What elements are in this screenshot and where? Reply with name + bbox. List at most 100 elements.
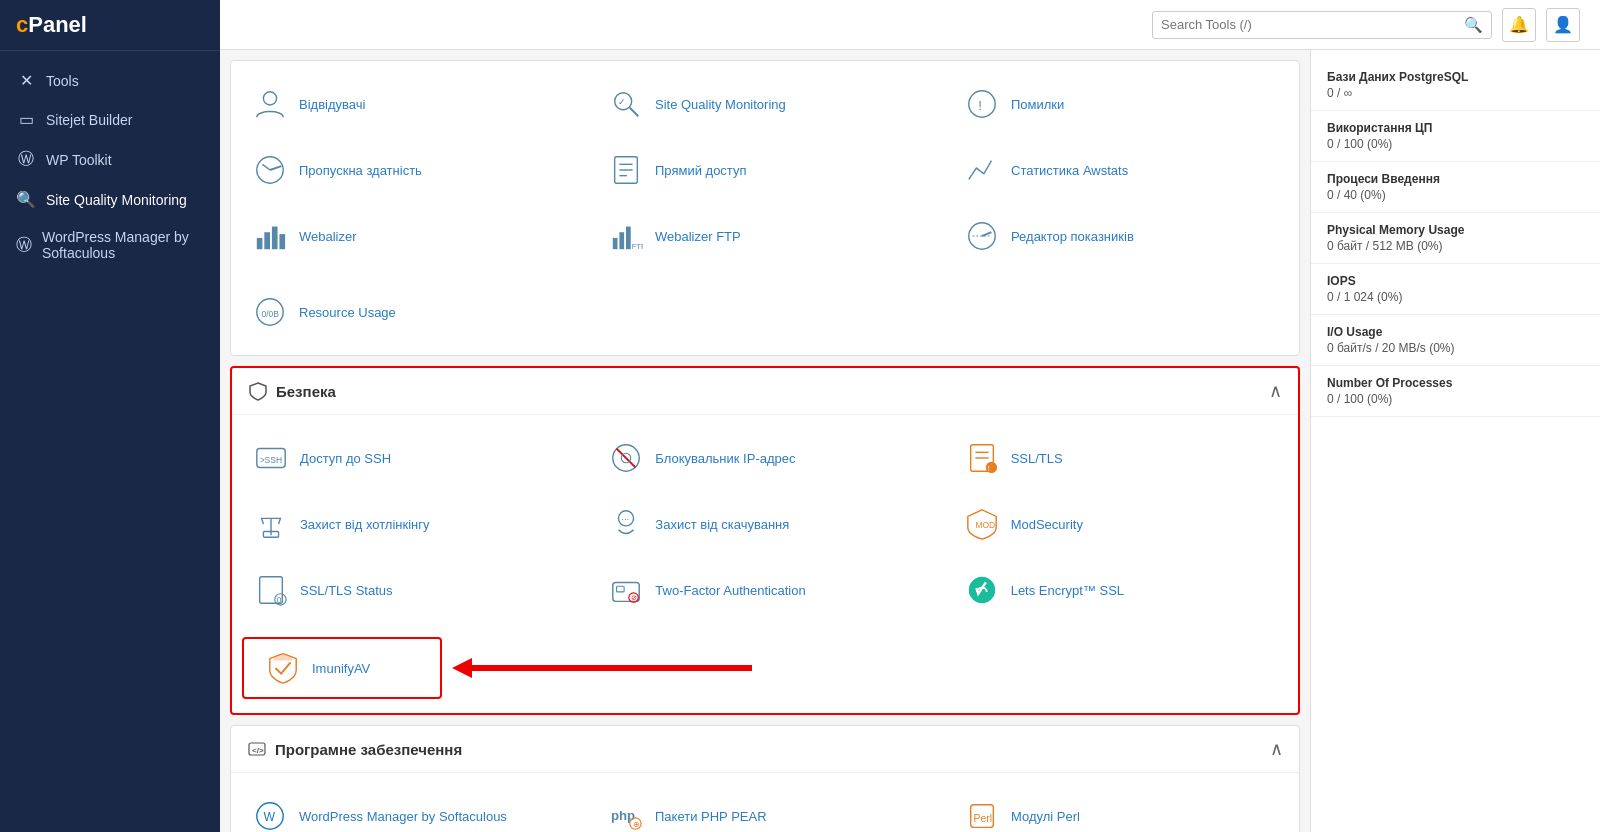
tool-letsencrypt[interactable]: Lets Encrypt™ SSL xyxy=(943,557,1298,623)
vidviduvachi-label: Відвідувачі xyxy=(299,97,365,112)
svg-rect-14 xyxy=(279,234,285,249)
search-bar: 🔍 xyxy=(1152,11,1492,39)
sidebar-item-wptoolkit-label: WP Toolkit xyxy=(46,152,112,168)
sqm-icon: 🔍 xyxy=(16,190,36,209)
software-items-grid: W WordPress Manager by Softaculous php ⊕ xyxy=(231,773,1299,832)
ssh-label: Доступ до SSH xyxy=(300,451,391,466)
stat-cpu-value: 0 / 100 (0%) xyxy=(1327,137,1584,151)
vidviduvachi-icon xyxy=(251,85,289,123)
modsecurity-icon: MOD xyxy=(963,505,1001,543)
sitejet-icon: ▭ xyxy=(16,110,36,129)
tool-vidviduvachi[interactable]: Відвідувачі xyxy=(231,71,587,137)
svg-text:Perl: Perl xyxy=(974,813,992,824)
tool-sqm[interactable]: ✓ Site Quality Monitoring xyxy=(587,71,943,137)
resource-icon: 0/0B xyxy=(251,293,289,331)
imunify-icon xyxy=(264,649,302,687)
stat-memory-value: 0 байт / 512 MB (0%) xyxy=(1327,239,1584,253)
svg-text:MOD: MOD xyxy=(975,520,995,530)
search-button[interactable]: 🔍 xyxy=(1464,16,1483,34)
awstats-icon xyxy=(963,151,1001,189)
svg-point-4 xyxy=(969,91,995,117)
priamy-label: Прямий доступ xyxy=(655,163,747,178)
tool-ssltls-status[interactable]: 0 SSL/TLS Status xyxy=(232,557,587,623)
search-input[interactable] xyxy=(1161,17,1464,32)
stat-cpu: Використання ЦП 0 / 100 (0%) xyxy=(1311,111,1600,162)
webalizer-label: Webalizer xyxy=(299,229,357,244)
ssh-icon: >SSH xyxy=(252,439,290,477)
tool-wp-manager[interactable]: W WordPress Manager by Softaculous xyxy=(231,783,587,832)
stat-iops-label: IOPS xyxy=(1327,274,1584,288)
tool-propuskna[interactable]: Пропускна здатність xyxy=(231,137,587,203)
tool-modsecurity[interactable]: MOD ModSecurity xyxy=(943,491,1298,557)
perl-label: Модулі Perl xyxy=(1011,809,1080,824)
pomylky-icon: ! xyxy=(963,85,1001,123)
tool-perl[interactable]: Perl Модулі Perl xyxy=(943,783,1299,832)
stat-io-usage-label: I/O Usage xyxy=(1327,325,1584,339)
tool-awstats[interactable]: Статистика Awstats xyxy=(943,137,1299,203)
stat-num-proc-value: 0 / 100 (0%) xyxy=(1327,392,1584,406)
sidebar-item-tools[interactable]: ✕ Tools xyxy=(0,61,220,100)
security-section: Безпека ∧ >SSH Доступ до SSH xyxy=(230,366,1300,715)
sqm-tool-icon: ✓ xyxy=(607,85,645,123)
tool-priamy[interactable]: Прямий доступ xyxy=(587,137,943,203)
tool-hotlink[interactable]: Захист від хотлінкінгу xyxy=(232,491,587,557)
tool-ip-blocker[interactable]: Блокувальник IP-адрес xyxy=(587,425,942,491)
propuskna-icon xyxy=(251,151,289,189)
stat-num-proc: Number Of Processes 0 / 100 (0%) xyxy=(1311,366,1600,417)
stat-memory-label: Physical Memory Usage xyxy=(1327,223,1584,237)
two-factor-icon: ⊘ xyxy=(607,571,645,609)
awstats-label: Статистика Awstats xyxy=(1011,163,1128,178)
main: Відвідувачі ✓ Site Quality Monitoring xyxy=(220,50,1600,832)
stat-num-proc-label: Number Of Processes xyxy=(1327,376,1584,390)
tool-php-pear[interactable]: php ⊕ Пакети PHP PEAR xyxy=(587,783,943,832)
tool-pomylky[interactable]: ! Помилки xyxy=(943,71,1299,137)
webalizer-ftp-icon: FTP xyxy=(607,217,645,255)
user-button[interactable]: 👤 xyxy=(1546,8,1580,42)
sidebar: cPanel ✕ Tools ▭ Sitejet Builder Ⓦ WP To… xyxy=(0,0,220,832)
sidebar-item-wptoolkit[interactable]: Ⓦ WP Toolkit xyxy=(0,139,220,180)
tool-ssh[interactable]: >SSH Доступ до SSH xyxy=(232,425,587,491)
svg-text:0/0B: 0/0B xyxy=(262,309,280,319)
ip-blocker-icon xyxy=(607,439,645,477)
notifications-button[interactable]: 🔔 xyxy=(1502,8,1536,42)
software-section-title-row: </> Програмне забезпечення xyxy=(247,739,462,759)
svg-line-2 xyxy=(630,108,639,117)
tool-download[interactable]: ··· Захист від скачування xyxy=(587,491,942,557)
sidebar-item-sqm[interactable]: 🔍 Site Quality Monitoring xyxy=(0,180,220,219)
security-title: Безпека xyxy=(276,383,336,400)
download-label: Захист від скачування xyxy=(655,517,789,532)
security-collapse-button[interactable]: ∧ xyxy=(1269,380,1282,402)
svg-text:!: ! xyxy=(978,98,982,113)
ssl-tls-icon: ! xyxy=(963,439,1001,477)
hotlink-label: Захист від хотлінкінгу xyxy=(300,517,430,532)
php-pear-label: Пакети PHP PEAR xyxy=(655,809,767,824)
sidebar-item-sitejet[interactable]: ▭ Sitejet Builder xyxy=(0,100,220,139)
stat-memory: Physical Memory Usage 0 байт / 512 MB (0… xyxy=(1311,213,1600,264)
tool-webalizer-ftp[interactable]: FTP Webalizer FTP xyxy=(587,203,943,269)
tool-ssl-tls[interactable]: ! SSL/TLS xyxy=(943,425,1298,491)
top-tools-section: Відвідувачі ✓ Site Quality Monitoring xyxy=(230,60,1300,356)
stat-io-usage-value: 0 байт/s / 20 MB/s (0%) xyxy=(1327,341,1584,355)
software-section: </> Програмне забезпечення ∧ W WordPress… xyxy=(230,725,1300,832)
tool-imunifyav[interactable]: ImunifyAV xyxy=(242,637,442,699)
resource-label: Resource Usage xyxy=(299,305,396,320)
svg-rect-15 xyxy=(613,238,618,249)
propuskna-label: Пропускна здатність xyxy=(299,163,422,178)
software-collapse-button[interactable]: ∧ xyxy=(1270,738,1283,760)
tool-two-factor[interactable]: ⊘ Two-Factor Authentication xyxy=(587,557,942,623)
webalizer-icon xyxy=(251,217,289,255)
tool-redactor[interactable]: Редактор показників xyxy=(943,203,1299,269)
stat-processes-value: 0 / 40 (0%) xyxy=(1327,188,1584,202)
tool-webalizer[interactable]: Webalizer xyxy=(231,203,587,269)
tool-resource[interactable]: 0/0B Resource Usage xyxy=(231,279,583,345)
pomylky-label: Помилки xyxy=(1011,97,1064,112)
hotlink-icon xyxy=(252,505,290,543)
svg-rect-11 xyxy=(257,238,263,249)
svg-rect-16 xyxy=(619,232,624,249)
svg-line-26 xyxy=(617,449,636,468)
svg-rect-42 xyxy=(617,586,625,592)
svg-rect-13 xyxy=(272,227,278,250)
download-icon: ··· xyxy=(607,505,645,543)
stat-processes: Процеси Введення 0 / 40 (0%) xyxy=(1311,162,1600,213)
sidebar-item-wordpress[interactable]: Ⓦ WordPress Manager by Softaculous xyxy=(0,219,220,271)
